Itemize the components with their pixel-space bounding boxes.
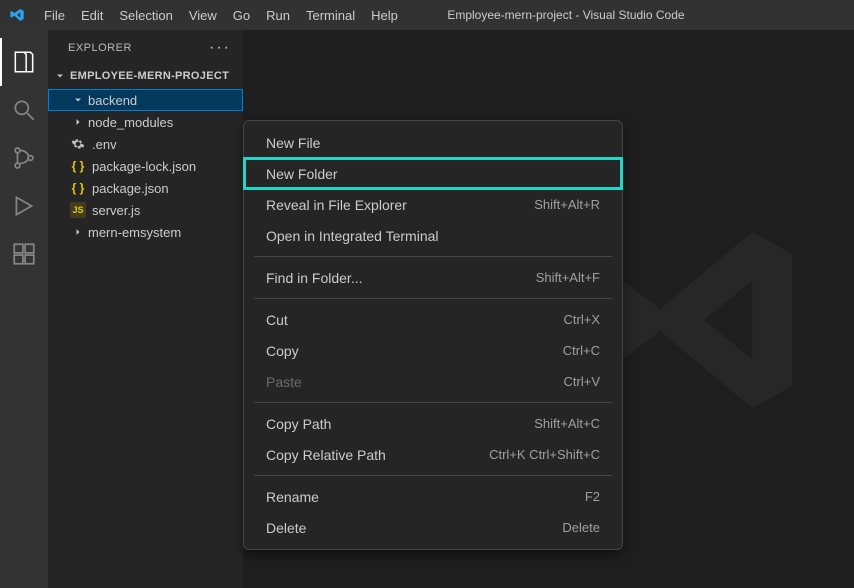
context-menu-shortcut: Ctrl+X: [564, 312, 600, 327]
activity-bar: [0, 30, 48, 588]
context-menu-item-open-in-integrated-terminal[interactable]: Open in Integrated Terminal: [244, 220, 622, 251]
context-menu-label: Copy Relative Path: [266, 447, 386, 463]
menu-go[interactable]: Go: [225, 0, 258, 30]
menu-run[interactable]: Run: [258, 0, 298, 30]
context-menu-shortcut: Delete: [562, 520, 600, 535]
vscode-logo-icon: [8, 6, 26, 24]
menu-view[interactable]: View: [181, 0, 225, 30]
context-menu-shortcut: Ctrl+V: [564, 374, 600, 389]
context-menu-separator: [254, 475, 612, 476]
project-header[interactable]: EMPLOYEE-MERN-PROJECT: [48, 65, 243, 87]
tree-file-package-json[interactable]: { } package.json: [48, 177, 243, 199]
context-menu-item-new-file[interactable]: New File: [244, 127, 622, 158]
tree-file-server-js[interactable]: JS server.js: [48, 199, 243, 221]
menu-edit[interactable]: Edit: [73, 0, 111, 30]
activity-run-debug-icon[interactable]: [0, 182, 48, 230]
window-title: Employee-mern-project - Visual Studio Co…: [406, 8, 726, 22]
context-menu-shortcut: Ctrl+C: [563, 343, 600, 358]
context-menu-item-copy[interactable]: Copy Ctrl+C: [244, 335, 622, 366]
context-menu-shortcut: Shift+Alt+R: [534, 197, 600, 212]
chevron-down-icon: [70, 92, 86, 108]
chevron-right-icon: [70, 224, 86, 240]
tree-file-env[interactable]: .env: [48, 133, 243, 155]
braces-icon: { }: [70, 180, 86, 196]
context-menu-label: Find in Folder...: [266, 270, 363, 286]
context-menu-item-rename[interactable]: Rename F2: [244, 481, 622, 512]
context-menu-shortcut: F2: [585, 489, 600, 504]
context-menu-label: Cut: [266, 312, 288, 328]
menu-file[interactable]: File: [36, 0, 73, 30]
js-icon: JS: [70, 202, 86, 218]
titlebar: File Edit Selection View Go Run Terminal…: [0, 0, 854, 30]
context-menu-label: Copy: [266, 343, 299, 359]
braces-icon: { }: [70, 158, 86, 174]
tree-label: node_modules: [88, 115, 173, 130]
context-menu-item-copy-path[interactable]: Copy Path Shift+Alt+C: [244, 408, 622, 439]
activity-extensions-icon[interactable]: [0, 230, 48, 278]
activity-search-icon[interactable]: [0, 86, 48, 134]
menu-terminal[interactable]: Terminal: [298, 0, 363, 30]
context-menu-label: Rename: [266, 489, 319, 505]
tree-label: package-lock.json: [92, 159, 196, 174]
context-menu-label: Reveal in File Explorer: [266, 197, 407, 213]
context-menu-separator: [254, 298, 612, 299]
project-name: EMPLOYEE-MERN-PROJECT: [70, 70, 229, 82]
chevron-down-icon: [52, 68, 68, 84]
menu-selection[interactable]: Selection: [111, 0, 180, 30]
context-menu-label: Delete: [266, 520, 306, 536]
context-menu-label: Paste: [266, 374, 302, 390]
menu-help[interactable]: Help: [363, 0, 406, 30]
context-menu-label: Copy Path: [266, 416, 331, 432]
context-menu-item-cut[interactable]: Cut Ctrl+X: [244, 304, 622, 335]
tree-label: .env: [92, 137, 117, 152]
activity-source-control-icon[interactable]: [0, 134, 48, 182]
context-menu-shortcut: Shift+Alt+F: [536, 270, 600, 285]
chevron-right-icon: [70, 114, 86, 130]
tree-label: mern-emsystem: [88, 225, 181, 240]
context-menu-shortcut: Shift+Alt+C: [534, 416, 600, 431]
context-menu-separator: [254, 256, 612, 257]
context-menu-label: New File: [266, 135, 320, 151]
file-tree: backend node_modules .env { } package-lo…: [48, 87, 243, 243]
context-menu-item-paste: Paste Ctrl+V: [244, 366, 622, 397]
context-menu-label: New Folder: [266, 166, 338, 182]
gear-icon: [70, 136, 86, 152]
context-menu-label: Open in Integrated Terminal: [266, 228, 439, 244]
tree-file-package-lock[interactable]: { } package-lock.json: [48, 155, 243, 177]
context-menu-item-new-folder[interactable]: New Folder: [244, 158, 622, 189]
activity-explorer-icon[interactable]: [0, 38, 48, 86]
context-menu-item-delete[interactable]: Delete Delete: [244, 512, 622, 543]
vscode-watermark-icon: [594, 210, 814, 433]
tree-label: package.json: [92, 181, 169, 196]
context-menu-separator: [254, 402, 612, 403]
tree-label: server.js: [92, 203, 140, 218]
context-menu-item-copy-relative-path[interactable]: Copy Relative Path Ctrl+K Ctrl+Shift+C: [244, 439, 622, 470]
context-menu-item-reveal-in-file-explorer[interactable]: Reveal in File Explorer Shift+Alt+R: [244, 189, 622, 220]
context-menu: New File New Folder Reveal in File Explore…: [243, 120, 623, 550]
tree-folder-backend[interactable]: backend: [48, 89, 243, 111]
context-menu-shortcut: Ctrl+K Ctrl+Shift+C: [489, 447, 600, 462]
tree-folder-node-modules[interactable]: node_modules: [48, 111, 243, 133]
explorer-more-icon[interactable]: ···: [209, 39, 231, 57]
tree-label: backend: [88, 93, 137, 108]
context-menu-item-find-in-folder[interactable]: Find in Folder... Shift+Alt+F: [244, 262, 622, 293]
explorer-title: EXPLORER: [68, 42, 132, 54]
tree-folder-mern-emsystem[interactable]: mern-emsystem: [48, 221, 243, 243]
explorer-sidebar: EXPLORER ··· EMPLOYEE-MERN-PROJECT backe…: [48, 30, 243, 588]
